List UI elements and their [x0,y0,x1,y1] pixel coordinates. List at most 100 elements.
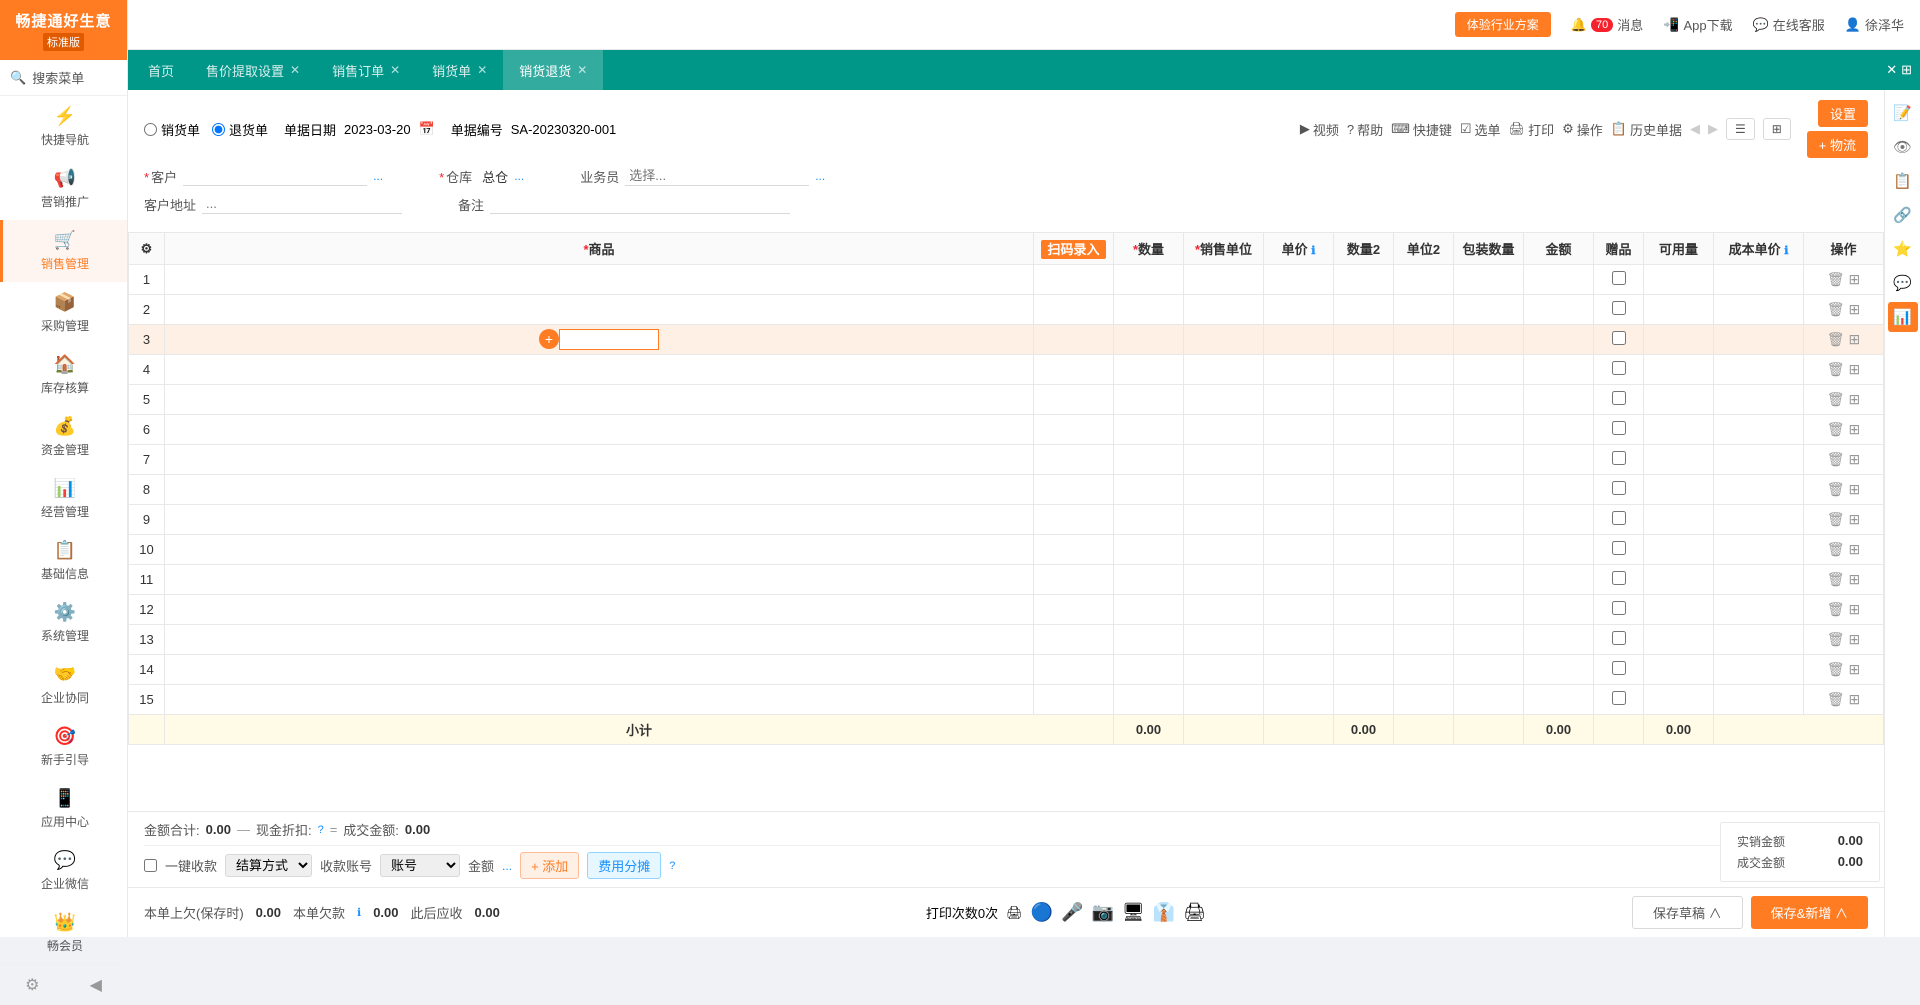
quantity2-cell[interactable] [1334,655,1394,685]
unit-price-cell[interactable] [1264,595,1334,625]
cost-price-cell[interactable] [1714,295,1804,325]
gift-checkbox[interactable] [1612,481,1626,495]
toolbar-icon-4[interactable]: 🖥 [1122,902,1145,923]
product-cell[interactable] [165,505,1034,535]
sidebar-item-enterprise[interactable]: 🤝 企业协同 [0,654,127,716]
salesperson-ellipsis-btn[interactable]: ... [815,169,825,183]
gift-checkbox[interactable] [1612,361,1626,375]
rs-btn-6[interactable]: 💬 [1888,268,1918,298]
copy-row-btn[interactable]: ⊞ [1849,571,1861,587]
delete-row-btn[interactable]: 🗑 [1827,511,1845,527]
quantity2-cell[interactable] [1334,595,1394,625]
sales-unit-cell[interactable] [1184,325,1264,355]
video-btn[interactable]: ▶ 视频 [1300,120,1339,139]
sidebar-item-newbie[interactable]: 🎯 新手引导 [0,716,127,778]
gift-cell[interactable] [1594,625,1644,655]
unit-price-cell[interactable] [1264,415,1334,445]
cost-price-cell[interactable] [1714,415,1804,445]
copy-row-btn[interactable]: ⊞ [1849,301,1861,317]
cost-price-cell[interactable] [1714,625,1804,655]
quantity2-cell[interactable] [1334,475,1394,505]
available-cell[interactable] [1644,415,1714,445]
tab-price-setting[interactable]: 售价提取设置 ✕ [190,50,316,90]
unit2-cell[interactable] [1394,445,1454,475]
copy-row-btn[interactable]: ⊞ [1849,361,1861,377]
calendar-icon[interactable]: 📅 [419,121,435,137]
available-cell[interactable] [1644,535,1714,565]
copy-row-btn[interactable]: ⊞ [1849,661,1861,677]
gift-checkbox[interactable] [1612,301,1626,315]
available-cell[interactable] [1644,325,1714,355]
sidebar-item-finance[interactable]: 💰 资金管理 [0,406,127,468]
delete-row-btn[interactable]: 🗑 [1827,271,1845,287]
amount-cell[interactable] [1524,385,1594,415]
cash-discount-info[interactable]: ? [318,824,324,836]
rs-btn-1[interactable]: 📝 [1888,98,1918,128]
th-scan[interactable]: 扫码录入 [1034,233,1114,265]
rs-btn-2[interactable]: 👁 [1888,132,1918,162]
copy-row-btn[interactable]: ⊞ [1849,511,1861,527]
gift-cell[interactable] [1594,535,1644,565]
cost-price-cell[interactable] [1714,325,1804,355]
sidebar-item-system[interactable]: ⚙️ 系统管理 [0,592,127,654]
tab-close-icon[interactable]: ✕ [477,63,487,77]
sales-unit-cell[interactable] [1184,535,1264,565]
sales-unit-cell[interactable] [1184,625,1264,655]
copy-row-btn[interactable]: ⊞ [1849,631,1861,647]
package-qty-cell[interactable] [1454,295,1524,325]
delete-row-btn[interactable]: 🗑 [1827,331,1845,347]
tab-sales-ship[interactable]: 销货单 ✕ [416,50,503,90]
radio-sales-return[interactable]: 退货单 [212,120,268,139]
online-support-btn[interactable]: 💬 在线客服 [1753,15,1825,34]
delete-row-btn[interactable]: 🗑 [1827,421,1845,437]
product-cell[interactable] [165,595,1034,625]
gift-checkbox[interactable] [1612,511,1626,525]
sales-unit-cell[interactable] [1184,595,1264,625]
unit2-cell[interactable] [1394,355,1454,385]
quantity-cell[interactable] [1114,475,1184,505]
gift-checkbox[interactable] [1612,541,1626,555]
gift-checkbox[interactable] [1612,331,1626,345]
unit-price-cell[interactable] [1264,295,1334,325]
available-cell[interactable] [1644,385,1714,415]
quantity2-cell[interactable] [1334,535,1394,565]
quantity2-cell[interactable] [1334,265,1394,295]
copy-row-btn[interactable]: ⊞ [1849,601,1861,617]
salesperson-input[interactable] [625,166,809,186]
gift-checkbox[interactable] [1612,451,1626,465]
setting-btn[interactable]: 设置 [1818,100,1868,127]
cost-price-cell[interactable] [1714,565,1804,595]
print-btn-icon[interactable]: 🖨 [1006,905,1023,921]
toolbar-icon-5[interactable]: 👔 [1153,902,1175,923]
delete-row-btn[interactable]: 🗑 [1827,601,1845,617]
unit-price-cell[interactable] [1264,565,1334,595]
toolbar-icon-1[interactable]: 🔵 [1031,902,1053,923]
warehouse-ellipsis-btn[interactable]: ... [514,169,524,183]
unit2-cell[interactable] [1394,265,1454,295]
amount-cell[interactable] [1524,595,1594,625]
copy-row-btn[interactable]: ⊞ [1849,421,1861,437]
tab-sales-return[interactable]: 销货退货 ✕ [503,50,603,90]
sidebar-item-wechat[interactable]: 💬 企业微信 [0,840,127,902]
gift-cell[interactable] [1594,415,1644,445]
available-cell[interactable] [1644,355,1714,385]
unit2-cell[interactable] [1394,685,1454,715]
quantity2-cell[interactable] [1334,565,1394,595]
unit-price-cell[interactable] [1264,685,1334,715]
quantity-cell[interactable] [1114,565,1184,595]
settings-bottom-icon[interactable]: ⚙ [25,975,39,995]
cost-price-cell[interactable] [1714,445,1804,475]
customer-ellipsis-btn[interactable]: ... [373,169,383,183]
copy-row-btn[interactable]: ⊞ [1849,691,1861,707]
sidebar-item-operation[interactable]: 📊 经营管理 [0,468,127,530]
amount-cell[interactable] [1524,445,1594,475]
gift-checkbox[interactable] [1612,601,1626,615]
sales-unit-cell[interactable] [1184,415,1264,445]
quantity-cell[interactable] [1114,595,1184,625]
gift-cell[interactable] [1594,295,1644,325]
gift-cell[interactable] [1594,445,1644,475]
amount-cell[interactable] [1524,415,1594,445]
available-cell[interactable] [1644,595,1714,625]
gift-cell[interactable] [1594,685,1644,715]
package-qty-cell[interactable] [1454,565,1524,595]
